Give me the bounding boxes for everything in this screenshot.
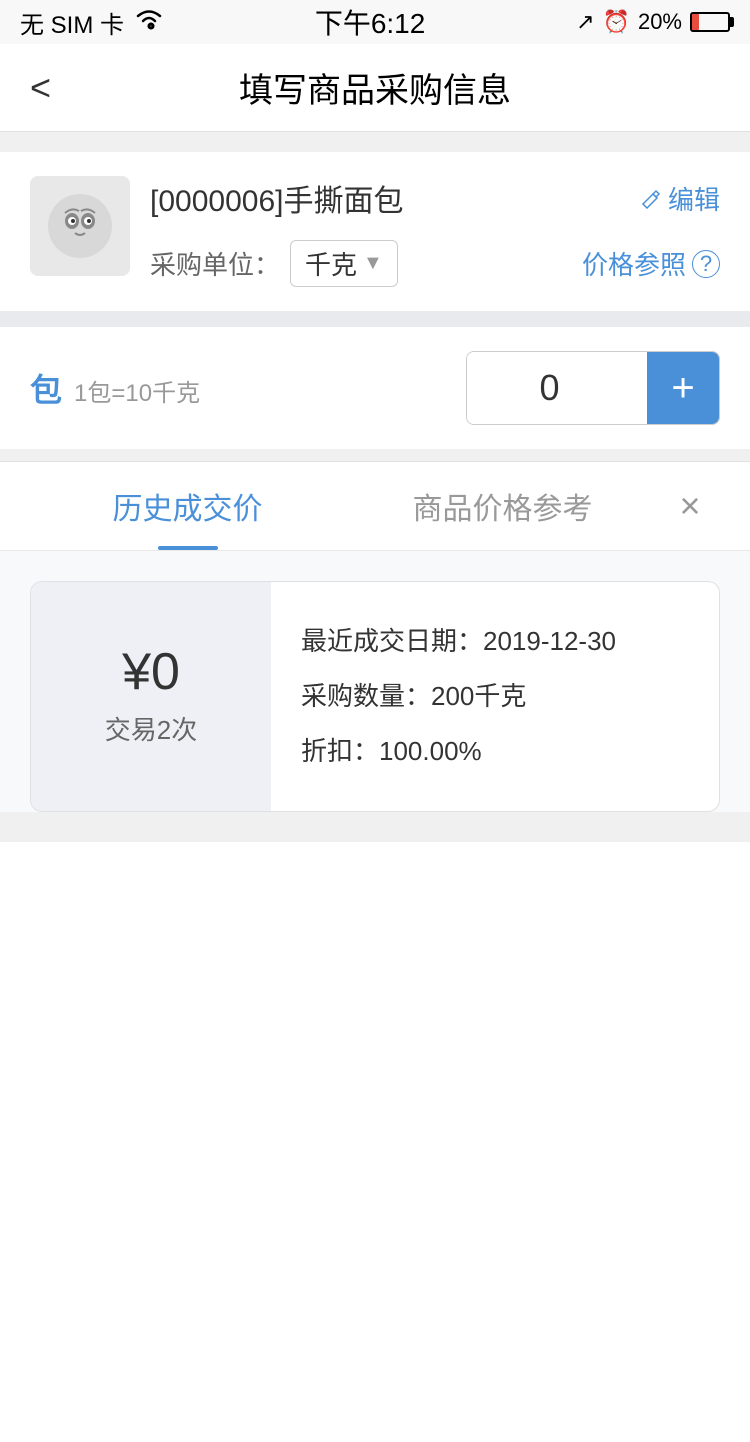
recent-date-label: 最近成交日期： <box>301 626 483 656</box>
tab-product-price-ref[interactable]: 商品价格参考 <box>345 462 660 550</box>
discount-row: 折扣：100.00% <box>301 732 689 771</box>
wifi-icon <box>134 8 164 37</box>
alarm-icon: ⏰ <box>603 9 630 35</box>
main-content-area <box>0 842 750 1442</box>
quantity-plus-button[interactable]: + <box>647 352 719 424</box>
recent-date-row: 最近成交日期：2019-12-30 <box>301 622 689 661</box>
quantity-input[interactable] <box>467 352 647 424</box>
nav-bar: < 填写商品采购信息 <box>0 44 750 132</box>
close-panel-button[interactable]: × <box>660 462 720 550</box>
tabs: 历史成交价 商品价格参考 × <box>0 462 750 551</box>
discount-value: 100.00% <box>379 736 482 766</box>
transaction-count: 交易2次 <box>105 710 197 747</box>
tab-active-indicator <box>158 546 218 550</box>
quantity-label: 包 1包=10千克 <box>30 365 200 411</box>
product-card: [0000006]手撕面包 编辑 采购单位： 千克 ▼ 价格参照 ? <box>0 152 750 311</box>
product-image <box>30 176 130 276</box>
purchase-qty-row: 采购数量：200千克 <box>301 677 689 716</box>
unit-label: 采购单位： <box>150 245 280 282</box>
quantity-row: 包 1包=10千克 + <box>0 327 750 449</box>
battery-percent: 20% <box>638 9 682 35</box>
status-time: 下午6:12 <box>315 2 426 42</box>
price-card-left: ¥0 交易2次 <box>31 582 271 811</box>
purchase-qty-label: 采购数量： <box>301 681 431 711</box>
quantity-conversion: 1包=10千克 <box>74 373 200 408</box>
page-title: 填写商品采购信息 <box>239 63 511 112</box>
product-name: [0000006]手撕面包 <box>150 176 403 220</box>
quantity-control: + <box>466 351 720 425</box>
discount-label: 折扣： <box>301 736 379 766</box>
product-info: [0000006]手撕面包 编辑 采购单位： 千克 ▼ 价格参照 ? <box>150 176 720 287</box>
recent-date-value: 2019-12-30 <box>483 626 616 656</box>
price-card-right: 最近成交日期：2019-12-30 采购数量：200千克 折扣：100.00% <box>271 582 719 811</box>
back-button[interactable]: < <box>30 57 61 119</box>
help-icon: ? <box>692 250 720 278</box>
tab-history-price[interactable]: 历史成交价 <box>30 462 345 550</box>
currency-symbol: ¥ <box>122 643 151 701</box>
carrier-text: 无 SIM 卡 <box>20 5 124 40</box>
unit-row: 采购单位： 千克 ▼ <box>150 240 398 287</box>
battery-icon <box>690 12 730 32</box>
price-value: 0 <box>151 643 180 701</box>
purchase-qty-value: 200千克 <box>431 681 526 711</box>
section-divider <box>0 311 750 327</box>
unit-value: 千克 <box>305 245 357 282</box>
price-display: ¥0 <box>122 646 180 698</box>
status-left: 无 SIM 卡 <box>20 5 164 40</box>
status-right: ↗ ⏰ 20% <box>576 9 730 35</box>
unit-select[interactable]: 千克 ▼ <box>290 240 398 287</box>
bottom-panel: 历史成交价 商品价格参考 × ¥0 交易2次 最近成交日期：2019-12-30… <box>0 461 750 812</box>
price-card: ¥0 交易2次 最近成交日期：2019-12-30 采购数量：200千克 折扣：… <box>30 581 720 812</box>
location-icon: ↗ <box>576 9 594 35</box>
dropdown-arrow-icon: ▼ <box>363 252 383 275</box>
edit-button[interactable]: 编辑 <box>640 180 720 217</box>
price-reference-btn[interactable]: 价格参照 ? <box>582 245 720 282</box>
quantity-unit: 包 <box>30 365 62 411</box>
status-bar: 无 SIM 卡 下午6:12 ↗ ⏰ 20% <box>0 0 750 44</box>
